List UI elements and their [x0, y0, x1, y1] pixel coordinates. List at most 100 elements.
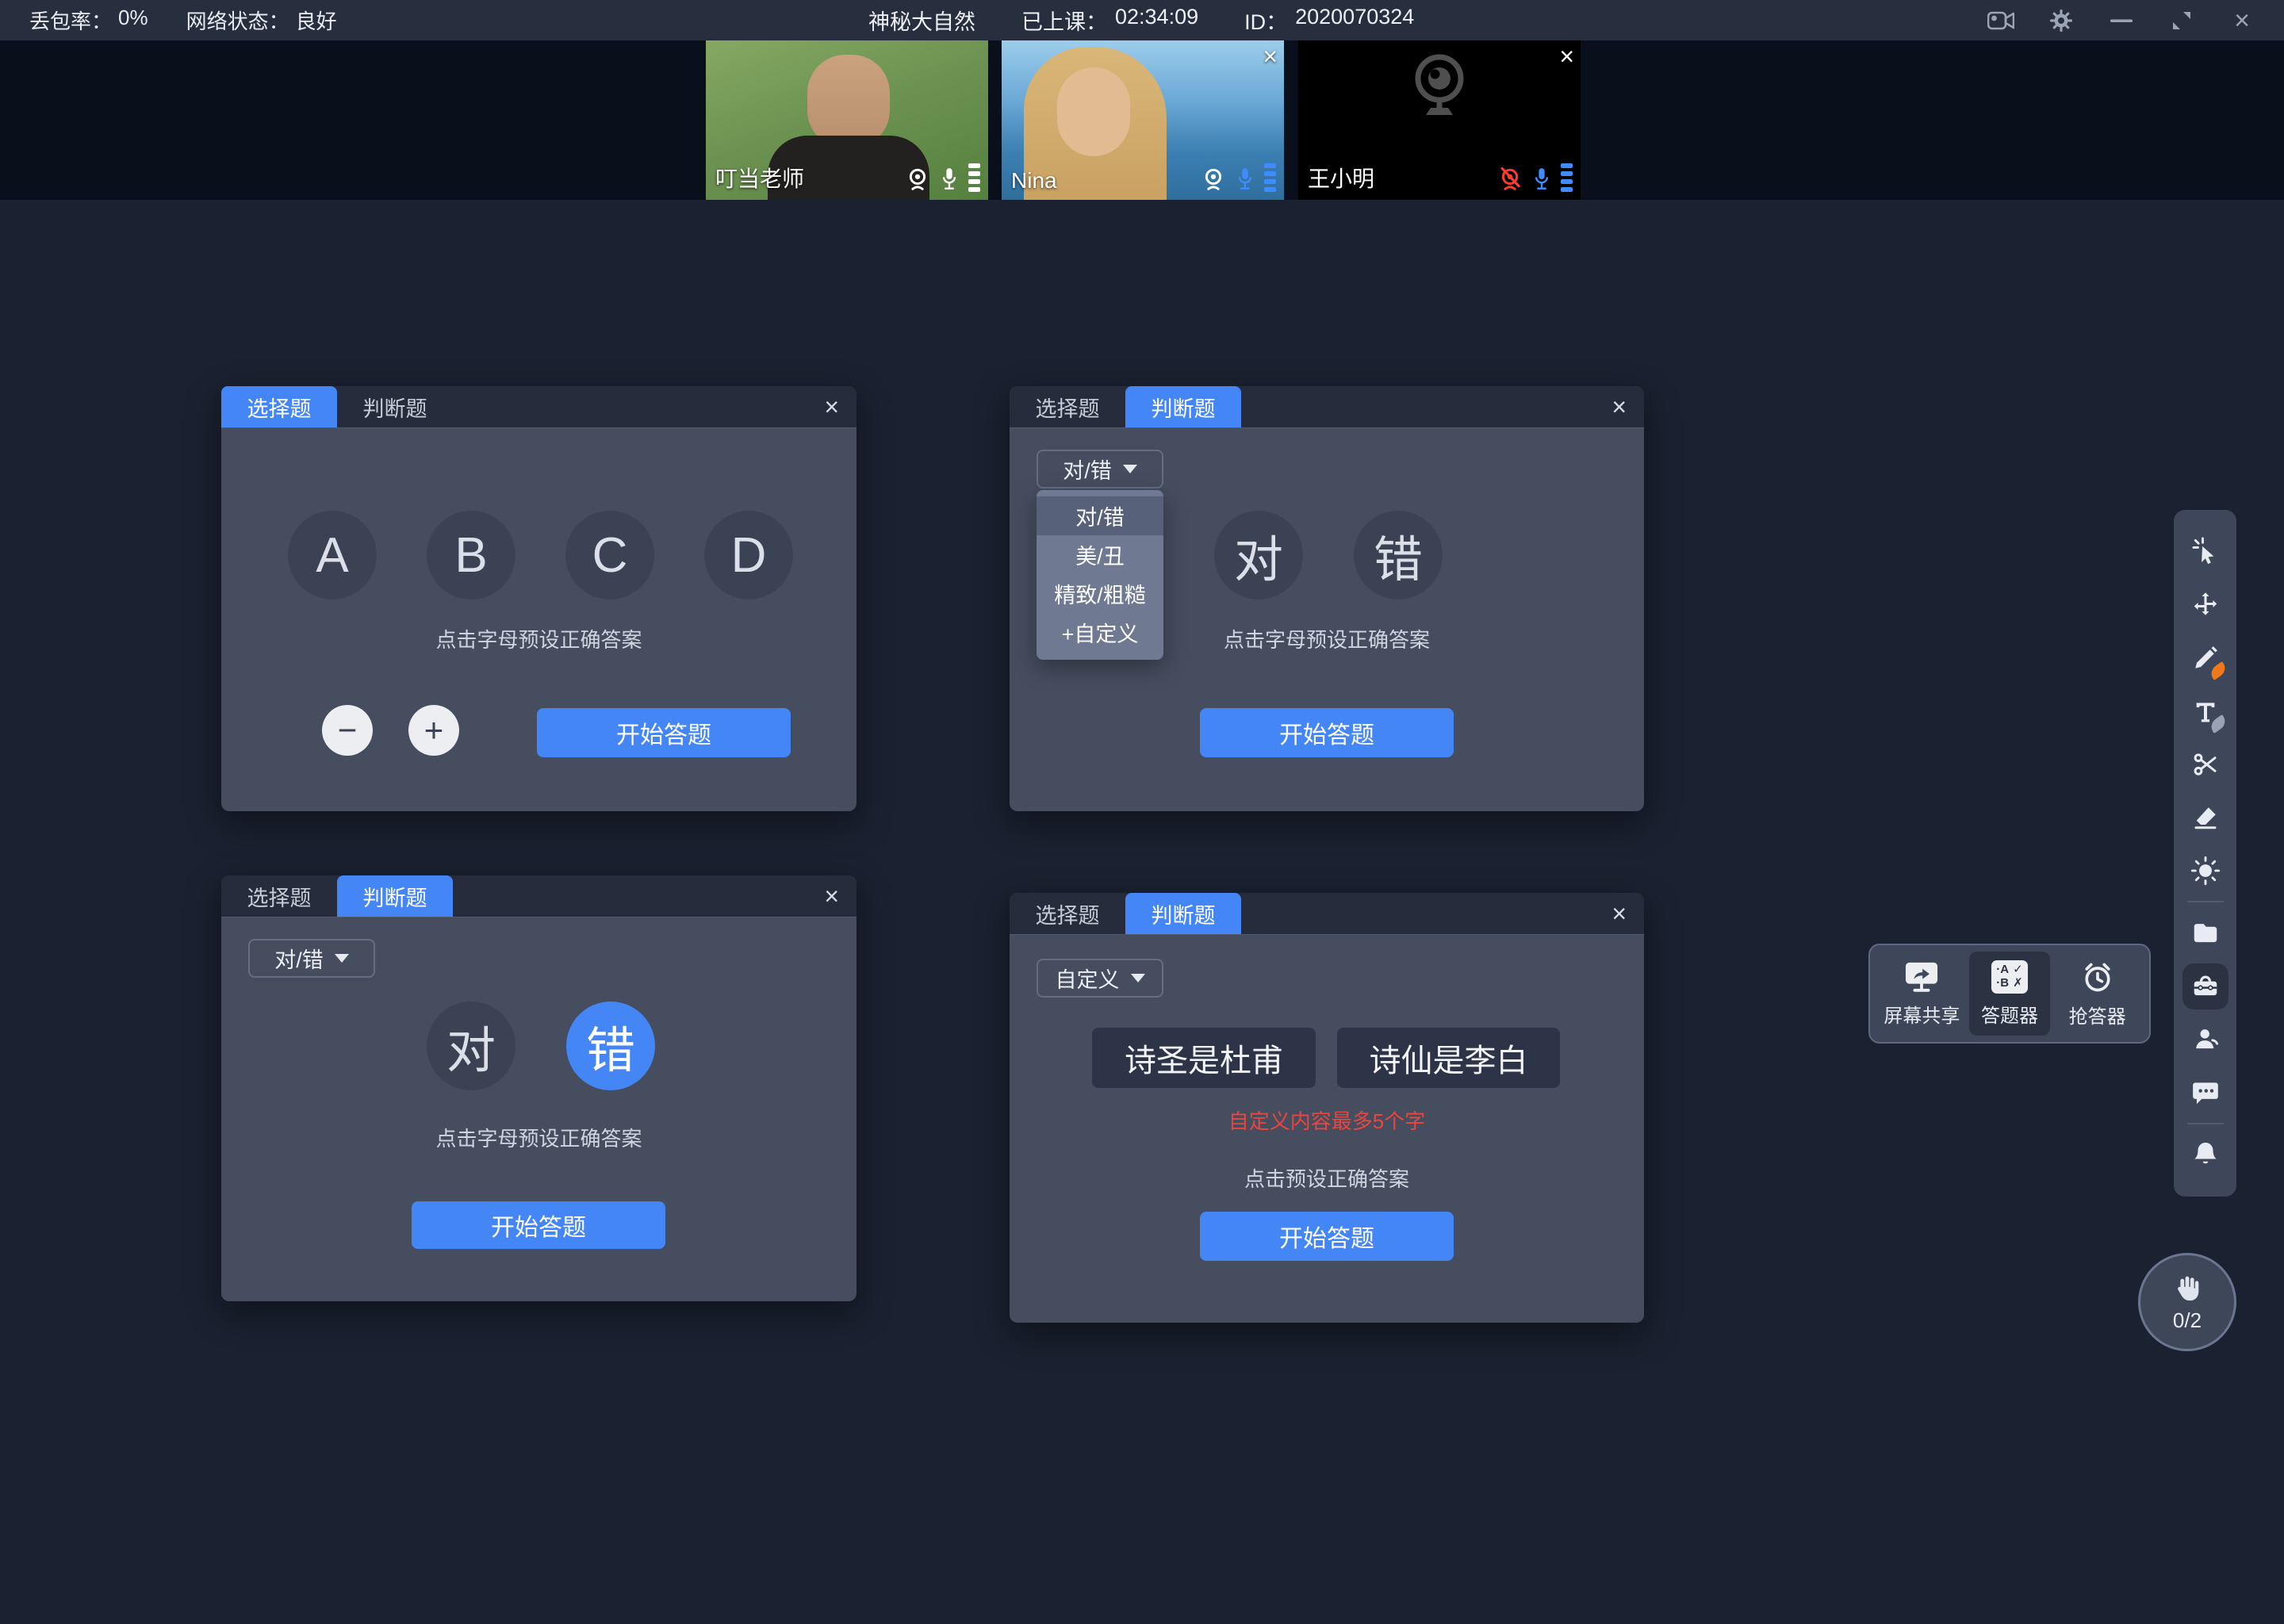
mic-on-icon	[1535, 168, 1549, 190]
tab-choice-question[interactable]: 选择题	[1010, 893, 1125, 934]
hand-icon	[2178, 1276, 2199, 1300]
elapsed-time: 02:34:09	[1115, 5, 1199, 29]
toolbox-icon	[2194, 975, 2217, 995]
custom-option-2[interactable]: 诗仙是李白	[1337, 1028, 1560, 1088]
option-false[interactable]: 错	[1354, 511, 1443, 599]
video-thumb-wangxiaoming[interactable]: × 王小明	[1298, 40, 1581, 200]
answer-clicker-button[interactable]: ·A ✓ ·B ✗ 答题器	[1968, 952, 2050, 1036]
menu-item-beauty-ugly[interactable]: 美/丑	[1037, 535, 1163, 574]
move-icon	[2194, 592, 2217, 615]
close-panel-button[interactable]: ×	[824, 875, 839, 917]
custom-option-1[interactable]: 诗圣是杜甫	[1092, 1028, 1316, 1088]
option-c[interactable]: C	[565, 511, 654, 599]
settings-button[interactable]	[2048, 7, 2075, 34]
tab-choice-question[interactable]: 选择题	[221, 875, 337, 917]
option-a[interactable]: A	[288, 511, 377, 599]
eraser-tool-button[interactable]	[2182, 795, 2228, 841]
screen-share-button[interactable]: 屏幕共享	[1881, 952, 1962, 1036]
tab-judge-question[interactable]: 判断题	[337, 386, 453, 427]
tabbar: 选择题 判断题 ×	[221, 386, 856, 428]
participant-name: 王小明	[1308, 167, 1375, 191]
pointer-tool-button[interactable]	[2182, 529, 2228, 575]
chevron-down-icon	[1130, 974, 1145, 982]
volume-indicator	[968, 163, 980, 192]
gear-icon	[2050, 9, 2072, 32]
video-thumb-teacher[interactable]: 叮当老师	[706, 40, 988, 200]
laser-tool-button[interactable]	[2182, 848, 2228, 894]
preset-answer-hint: 点击字母预设正确答案	[435, 628, 642, 652]
members-button[interactable]	[2182, 1017, 2228, 1063]
packet-loss-label: 丢包率：	[29, 10, 113, 33]
menu-item-fine-rough[interactable]: 精致/粗糙	[1037, 574, 1163, 613]
close-panel-button[interactable]: ×	[824, 386, 839, 427]
close-window-button[interactable]: ×	[2228, 7, 2255, 34]
option-b[interactable]: B	[427, 511, 515, 599]
answer-type-dropdown[interactable]: 自定义	[1037, 959, 1163, 998]
dock-item-label: 屏幕共享	[1884, 1005, 1960, 1027]
screen-share-icon	[1906, 962, 1938, 992]
tabbar: 选择题 判断题 ×	[1010, 386, 1644, 428]
toolbox-button[interactable]	[2182, 963, 2228, 1009]
mic-on-icon	[1238, 168, 1252, 190]
option-true[interactable]: 对	[427, 1002, 515, 1090]
dock-item-label: 答题器	[1980, 1005, 2038, 1027]
option-d[interactable]: D	[704, 511, 793, 599]
courseware-folder-button[interactable]	[2182, 910, 2228, 956]
start-answering-button[interactable]: 开始答题	[1200, 1212, 1454, 1261]
tab-choice-question[interactable]: 选择题	[1010, 386, 1125, 427]
resize-icon	[2173, 11, 2190, 29]
preset-answer-hint: 点击预设正确答案	[1244, 1167, 1409, 1191]
preset-answer-hint: 点击字母预设正确答案	[435, 1127, 642, 1151]
answer-type-dropdown[interactable]: 对/错	[248, 939, 375, 978]
decrease-options-button[interactable]: −	[322, 705, 373, 756]
video-thumb-nina[interactable]: × Nina	[1002, 40, 1284, 200]
elapsed-label: 已上课：	[1021, 10, 1107, 34]
minimize-button[interactable]	[2108, 7, 2135, 34]
session-id-value: 2020070324	[1295, 5, 1415, 29]
interaction-dock: 屏幕共享 ·A ✓ ·B ✗ 答题器 抢答器	[1868, 944, 2151, 1044]
move-tool-button[interactable]	[2182, 582, 2228, 628]
window-controls: ×	[1987, 0, 2255, 40]
folder-icon	[2194, 923, 2217, 942]
chevron-down-icon	[334, 954, 349, 963]
notification-button[interactable]	[2182, 1132, 2228, 1178]
quiz-panel-judge-selected: 选择题 判断题 × 对/错 对 错 点击字母预设正确答案 开始答题	[221, 875, 856, 1301]
menu-item-custom[interactable]: +自定义	[1037, 613, 1163, 652]
resize-button[interactable]	[2168, 7, 2195, 34]
option-false-selected[interactable]: 错	[566, 1002, 655, 1090]
close-panel-button[interactable]: ×	[1611, 386, 1627, 427]
start-answering-button[interactable]: 开始答题	[412, 1201, 665, 1249]
option-true[interactable]: 对	[1214, 511, 1303, 599]
session-id-label: ID：	[1244, 10, 1288, 34]
participant-name: 叮当老师	[715, 167, 805, 191]
tab-judge-question[interactable]: 判断题	[1125, 386, 1241, 427]
answer-type-menu: 对/错 美/丑 精致/粗糙 +自定义	[1037, 490, 1163, 660]
minimize-icon	[2110, 19, 2133, 22]
chat-button[interactable]	[2182, 1070, 2228, 1116]
increase-options-button[interactable]: +	[408, 705, 459, 756]
close-panel-button[interactable]: ×	[1611, 893, 1627, 934]
tab-judge-question[interactable]: 判断题	[337, 875, 453, 917]
scissors-tool-button[interactable]	[2182, 741, 2228, 787]
dock-item-label: 抢答器	[2068, 1005, 2126, 1028]
tab-choice-question[interactable]: 选择题	[221, 386, 337, 427]
buzzer-button[interactable]: 抢答器	[2057, 952, 2138, 1036]
text-tool-button[interactable]	[2182, 688, 2228, 734]
close-video-button[interactable]: ×	[1263, 42, 1278, 71]
network-status-value: 良好	[295, 10, 337, 33]
record-camera-button[interactable]	[1987, 7, 2014, 34]
session-info-group: 神秘大自然 已上课： 02:34:09 ID： 2020070324	[868, 0, 1414, 40]
start-answering-button[interactable]: 开始答题	[537, 708, 791, 757]
sun-icon	[2190, 856, 2220, 886]
tab-judge-question[interactable]: 判断题	[1125, 893, 1241, 934]
mic-on-icon	[942, 168, 956, 190]
close-video-button[interactable]: ×	[1559, 42, 1574, 71]
start-answering-button[interactable]: 开始答题	[1200, 708, 1454, 757]
video-strip: 叮当老师 × Nina × 王小明	[0, 40, 2284, 200]
menu-item-true-false[interactable]: 对/错	[1037, 496, 1163, 535]
pen-tool-button[interactable]	[2182, 635, 2228, 681]
network-status-group: 丢包率： 0% 网络状态： 良好	[29, 0, 337, 40]
packet-loss-value: 0%	[118, 6, 148, 29]
hand-raise-button[interactable]: 0/2	[2138, 1253, 2236, 1351]
answer-type-dropdown[interactable]: 对/错	[1037, 450, 1163, 488]
